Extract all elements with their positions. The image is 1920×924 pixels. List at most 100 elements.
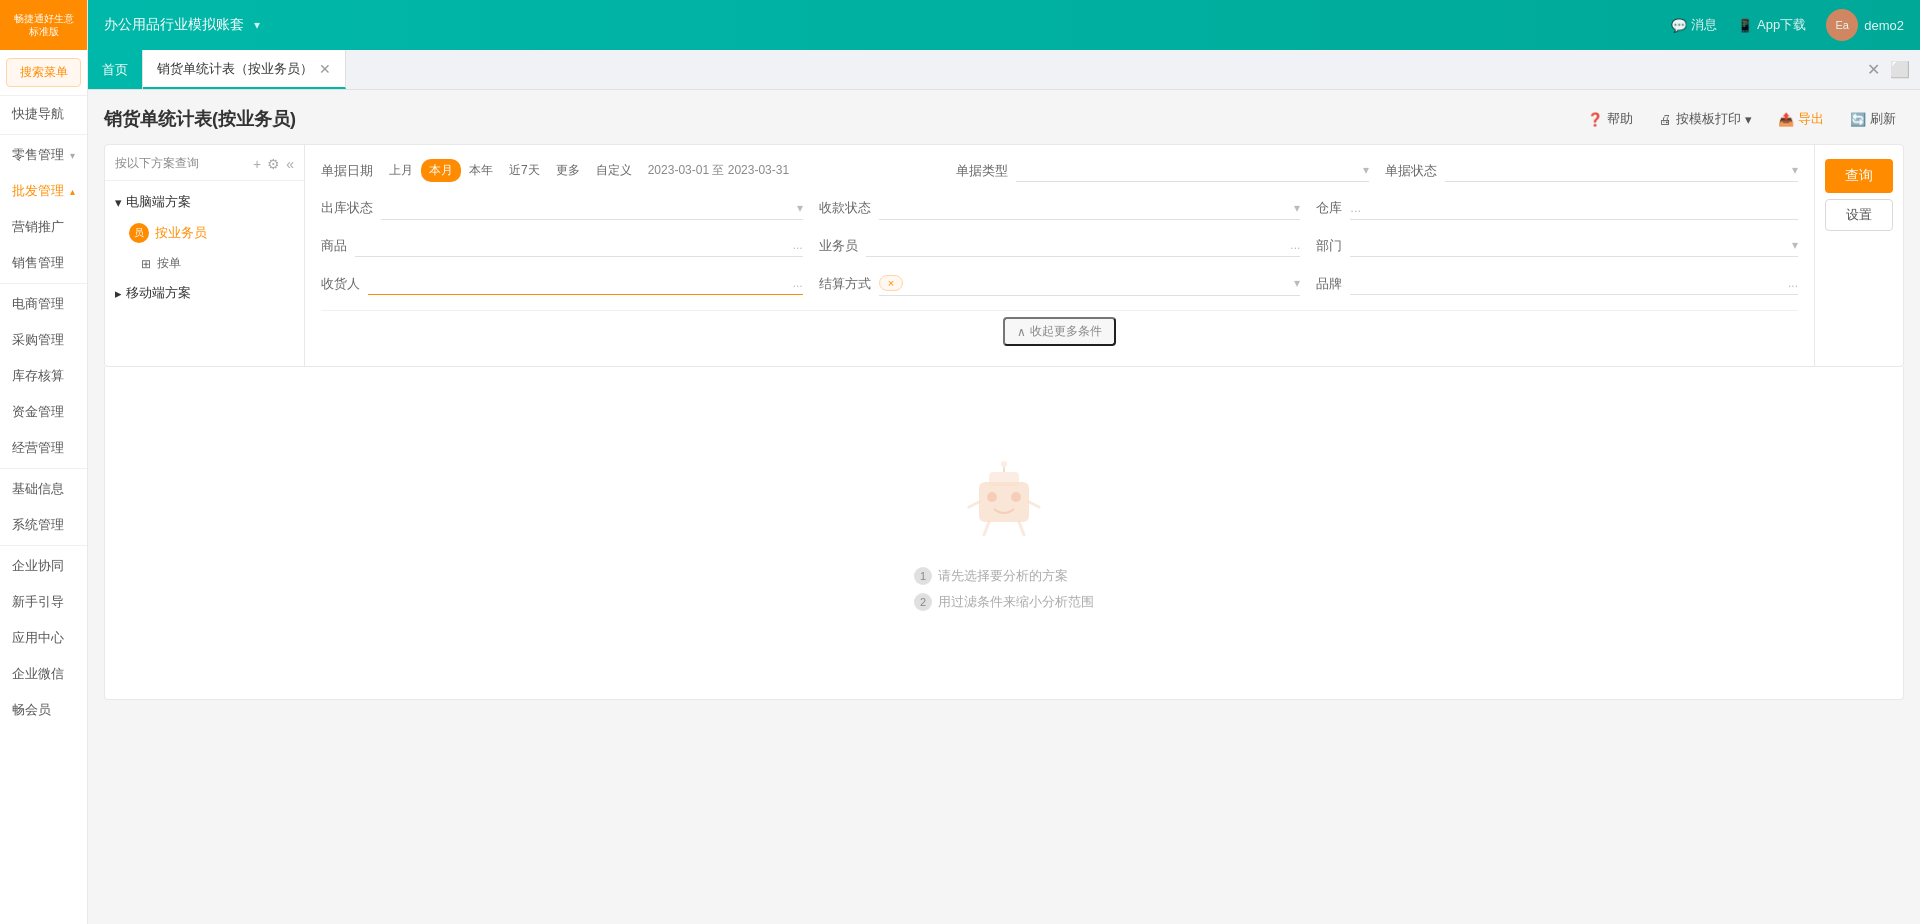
empty-state: 1 请先选择要分析的方案 2 用过滤条件来缩小分析范围 — [105, 367, 1903, 699]
filter-goods-more[interactable]: ... — [793, 238, 803, 252]
date-btn-this-month[interactable]: 本月 — [421, 159, 461, 182]
filter-goods-control[interactable]: ... — [355, 234, 803, 257]
filter-item-receiver: 收货人 ... — [321, 272, 803, 295]
tab-maximize-button[interactable]: ⬜ — [1890, 60, 1910, 79]
collapse-button[interactable]: ∧ 收起更多条件 — [1003, 317, 1116, 346]
scheme-settings-icon[interactable]: ⚙ — [267, 156, 280, 172]
sidebar-item-enterprise[interactable]: 企业协同 — [0, 548, 87, 584]
refresh-button[interactable]: 🔄 刷新 — [1842, 106, 1904, 132]
help-button[interactable]: ❓ 帮助 — [1579, 106, 1641, 132]
scheme-panel-title: 按以下方案查询 — [115, 155, 199, 172]
sidebar-item-operations[interactable]: 经营管理 — [0, 430, 87, 466]
top-navigation-bar: 办公用品行业模拟账套 ▾ 💬 消息 📱 App下载 Ea demo2 — [88, 0, 1920, 50]
filter-brand-more[interactable]: ... — [1788, 276, 1798, 290]
sidebar-item-app-center[interactable]: 应用中心 — [0, 620, 87, 656]
filter-type-control[interactable]: ▾ — [1016, 159, 1369, 182]
filter-staff-more[interactable]: ... — [1290, 238, 1300, 252]
date-btn-last-month[interactable]: 上月 — [381, 159, 421, 182]
filter-warehouse-placeholder: ... — [1350, 200, 1361, 215]
filter-brand-control[interactable]: ... — [1350, 272, 1798, 295]
filter-item-date: 单据日期 上月 本月 本年 近7天 更多 自定义 2023-03-01 至 20… — [321, 159, 940, 182]
filter-type-label: 单据类型 — [956, 162, 1008, 180]
filter-settlement-control[interactable]: × ▾ — [879, 271, 1301, 296]
scheme-collapse-icon[interactable]: « — [286, 156, 294, 172]
step-1-text: 请先选择要分析的方案 — [938, 567, 1068, 585]
filter-staff-control[interactable]: ... — [866, 234, 1301, 257]
sidebar-item-quick-nav[interactable]: 快捷导航 — [0, 96, 87, 132]
filter-receiver-more[interactable]: ... — [793, 276, 803, 290]
sidebar-item-ecom[interactable]: 电商管理 — [0, 286, 87, 322]
print-label: 按模板打印 — [1676, 110, 1741, 128]
scheme-item-by-order-label: 按单 — [157, 255, 181, 272]
step-2-text: 用过滤条件来缩小分析范围 — [938, 593, 1094, 611]
filter-settlement-dropdown[interactable]: ▾ — [1294, 276, 1300, 290]
sidebar-item-newbie[interactable]: 新手引导 — [0, 584, 87, 620]
sidebar: 畅捷通好生意 标准版 搜索菜单 快捷导航 零售管理 ▾ 批发管理 ▴ 营销推广 … — [0, 0, 88, 924]
scheme-add-icon[interactable]: + — [253, 156, 261, 172]
svg-point-2 — [987, 492, 997, 502]
print-button[interactable]: 🖨 按模板打印 ▾ — [1651, 106, 1760, 132]
filter-pay-status-dropdown[interactable]: ▾ — [1294, 201, 1300, 215]
scheme-group-pc-header[interactable]: ▾ 电脑端方案 — [105, 187, 304, 217]
filter-settlement-tag-close[interactable]: × — [888, 277, 894, 289]
query-button[interactable]: 查询 — [1825, 159, 1893, 193]
filter-status-control[interactable]: ▾ — [1445, 159, 1798, 182]
tab-minimize-button[interactable]: ✕ — [1867, 60, 1880, 79]
message-button[interactable]: 💬 消息 — [1671, 16, 1717, 34]
filter-dept-dropdown[interactable]: ▾ — [1792, 238, 1798, 252]
filter-settlement-tag: × — [879, 275, 903, 291]
app-download-button[interactable]: 📱 App下载 — [1737, 16, 1806, 34]
filter-item-pay-status: 收款状态 ▾ — [819, 197, 1301, 220]
scheme-group-mobile-header[interactable]: ▸ 移动端方案 — [105, 278, 304, 308]
main-area: 办公用品行业模拟账套 ▾ 💬 消息 📱 App下载 Ea demo2 首页 — [88, 0, 1920, 924]
filter-type-dropdown[interactable]: ▾ — [1363, 163, 1369, 177]
sidebar-item-sales[interactable]: 销售管理 — [0, 245, 87, 281]
scheme-item-by-staff[interactable]: 员 按业务员 — [105, 217, 304, 249]
date-btn-custom[interactable]: 自定义 — [588, 159, 640, 182]
tab-close-icon[interactable]: ✕ — [319, 61, 331, 77]
sidebar-item-marketing[interactable]: 营销推广 — [0, 209, 87, 245]
setting-button[interactable]: 设置 — [1825, 199, 1893, 231]
user-menu-button[interactable]: Ea demo2 — [1826, 9, 1904, 41]
filter-dept-control[interactable]: ▾ — [1350, 234, 1798, 257]
tab-bar-actions: ✕ ⬜ — [1867, 60, 1920, 79]
sidebar-item-wholesale[interactable]: 批发管理 ▴ — [0, 173, 87, 209]
sidebar-item-finance[interactable]: 资金管理 — [0, 394, 87, 430]
scheme-item-by-order[interactable]: ⊞ 按单 — [105, 249, 304, 278]
sidebar-item-inventory[interactable]: 库存核算 — [0, 358, 87, 394]
sidebar-item-member[interactable]: 畅会员 — [0, 692, 87, 728]
help-icon: ❓ — [1587, 112, 1603, 127]
page-actions: ❓ 帮助 🖨 按模板打印 ▾ 📤 导出 🔄 刷新 — [1579, 106, 1904, 132]
filter-dept-label: 部门 — [1316, 237, 1342, 255]
date-btn-this-year[interactable]: 本年 — [461, 159, 501, 182]
filter-out-status-control[interactable]: ▾ — [381, 197, 803, 220]
sidebar-item-wechat[interactable]: 企业微信 — [0, 656, 87, 692]
export-button[interactable]: 📤 导出 — [1770, 106, 1832, 132]
date-btn-more[interactable]: 更多 — [548, 159, 588, 182]
sidebar-item-purchase[interactable]: 采购管理 — [0, 322, 87, 358]
tab-sales-stat[interactable]: 销货单统计表（按业务员） ✕ — [143, 50, 346, 89]
filter-settlement-label: 结算方式 — [819, 275, 871, 293]
logo-text: 畅捷通好生意 标准版 — [14, 12, 74, 38]
sidebar-item-basic[interactable]: 基础信息 — [0, 471, 87, 507]
search-menu-button[interactable]: 搜索菜单 — [6, 58, 81, 87]
filter-pay-status-control[interactable]: ▾ — [879, 197, 1301, 220]
date-btn-7days[interactable]: 近7天 — [501, 159, 548, 182]
industry-dropdown-icon[interactable]: ▾ — [254, 18, 260, 32]
sidebar-item-retail[interactable]: 零售管理 ▾ — [0, 137, 87, 173]
sidebar-item-system[interactable]: 系统管理 — [0, 507, 87, 543]
filter-panel: 单据日期 上月 本月 本年 近7天 更多 自定义 2023-03-01 至 20… — [305, 145, 1814, 366]
tab-home[interactable]: 首页 — [88, 50, 143, 89]
filter-warehouse-control[interactable]: ... — [1350, 196, 1798, 220]
filter-status-dropdown[interactable]: ▾ — [1792, 163, 1798, 177]
collapse-label: 收起更多条件 — [1030, 323, 1102, 340]
svg-point-5 — [1001, 461, 1007, 467]
filter-receiver-control[interactable]: ... — [368, 272, 803, 295]
app-download-icon: 📱 — [1737, 18, 1753, 33]
filter-status-label: 单据状态 — [1385, 162, 1437, 180]
sidebar-navigation: 快捷导航 零售管理 ▾ 批发管理 ▴ 营销推广 销售管理 电商管理 采购管理 库… — [0, 96, 87, 924]
svg-line-8 — [984, 522, 989, 535]
filter-item-staff: 业务员 ... — [819, 234, 1301, 257]
filter-out-status-dropdown[interactable]: ▾ — [797, 201, 803, 215]
retail-arrow: ▾ — [70, 150, 75, 161]
